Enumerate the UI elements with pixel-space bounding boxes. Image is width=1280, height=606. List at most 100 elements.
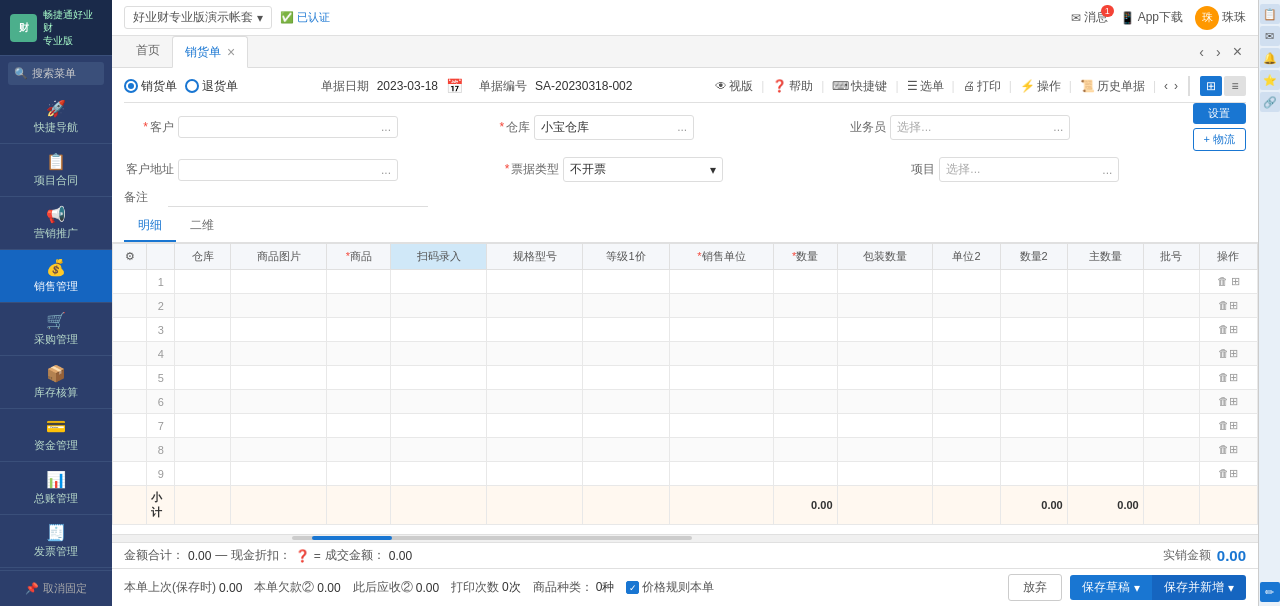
cell-3-spec[interactable] [487, 318, 583, 342]
cell-6-unit[interactable] [670, 390, 774, 414]
sidebar-item-marketing[interactable]: 📢 营销推广 [0, 197, 112, 250]
cell-6-image[interactable] [231, 390, 327, 414]
cell-2-product[interactable] [327, 294, 391, 318]
cell-5-image[interactable] [231, 366, 327, 390]
cell-2-unit2[interactable] [933, 294, 1000, 318]
cell-9-qty2[interactable] [1000, 462, 1067, 486]
cell-8-quick[interactable] [391, 438, 487, 462]
right-icon-4[interactable]: ⭐ [1260, 70, 1280, 90]
tab-detail[interactable]: 明细 [124, 211, 176, 242]
cell-2-warehouse[interactable] [175, 294, 231, 318]
tab-2d[interactable]: 二维 [176, 211, 228, 242]
cell-9-qty[interactable] [773, 462, 837, 486]
save-draft-button[interactable]: 保存草稿 ▾ [1070, 575, 1152, 600]
return-order-radio[interactable]: 退货单 [185, 78, 238, 95]
invoice-dropdown[interactable]: 不开票 ▾ [563, 157, 723, 182]
cell-2-price1[interactable] [582, 294, 669, 318]
cell-4-spec[interactable] [487, 342, 583, 366]
cell-1-quick-input[interactable] [391, 270, 487, 294]
cell-3-price1[interactable] [582, 318, 669, 342]
cell-4-image[interactable] [231, 342, 327, 366]
copy-icon-4[interactable]: ⊞ [1229, 347, 1238, 359]
cell-8-image[interactable] [231, 438, 327, 462]
cell-7-image[interactable] [231, 414, 327, 438]
copy-icon-2[interactable]: ⊞ [1229, 299, 1238, 311]
price-check-checkbox[interactable]: 价格规则本单 [626, 579, 714, 596]
th-unit2[interactable]: 单位2 [933, 244, 1000, 270]
cell-2-main[interactable] [1067, 294, 1143, 318]
select-order-button[interactable]: ☰ 选单 [907, 78, 944, 95]
calendar-icon[interactable]: 📅 [446, 78, 463, 94]
cell-8-unit2[interactable] [933, 438, 1000, 462]
cell-6-main[interactable] [1067, 390, 1143, 414]
cell-8-product[interactable] [327, 438, 391, 462]
copy-icon-1[interactable]: ⊞ [1231, 275, 1240, 287]
cell-1-main-qty[interactable] [1067, 270, 1143, 294]
cell-5-qty2[interactable] [1000, 366, 1067, 390]
tab-home[interactable]: 首页 [124, 36, 172, 68]
cell-4-unit2[interactable] [933, 342, 1000, 366]
cell-1-product[interactable] [327, 270, 391, 294]
cell-5-warehouse[interactable] [175, 366, 231, 390]
cell-6-product[interactable] [327, 390, 391, 414]
cell-7-quick[interactable] [391, 414, 487, 438]
cell-8-pack[interactable] [837, 438, 933, 462]
th-pack-qty[interactable]: 包装数量 [837, 244, 933, 270]
cell-8-main[interactable] [1067, 438, 1143, 462]
cell-9-main[interactable] [1067, 462, 1143, 486]
cell-5-product[interactable] [327, 366, 391, 390]
cell-7-batch[interactable] [1143, 414, 1199, 438]
cell-4-quick[interactable] [391, 342, 487, 366]
delete-icon-8[interactable]: 🗑 [1218, 443, 1229, 455]
search-menu-button[interactable]: 🔍 搜索菜单 [8, 62, 104, 85]
cell-6-warehouse[interactable] [175, 390, 231, 414]
th-gear[interactable]: ⚙ [113, 244, 147, 270]
cell-4-price1[interactable] [582, 342, 669, 366]
cell-9-unit[interactable] [670, 462, 774, 486]
cell-3-warehouse[interactable] [175, 318, 231, 342]
cell-8-spec[interactable] [487, 438, 583, 462]
cell-3-qty2[interactable] [1000, 318, 1067, 342]
cell-2-quick[interactable] [391, 294, 487, 318]
sidebar-item-ledger[interactable]: 📊 总账管理 [0, 462, 112, 515]
right-icon-3[interactable]: 🔔 [1260, 48, 1280, 68]
cell-6-batch[interactable] [1143, 390, 1199, 414]
app-download-button[interactable]: 📱 App下载 [1120, 9, 1183, 26]
cell-3-unit[interactable] [670, 318, 774, 342]
tab-next-button[interactable]: › [1212, 44, 1225, 60]
cell-8-price1[interactable] [582, 438, 669, 462]
cell-6-unit2[interactable] [933, 390, 1000, 414]
help-button[interactable]: ❓ 帮助 [772, 78, 813, 95]
delete-icon-4[interactable]: 🗑 [1218, 347, 1229, 359]
cell-5-pack[interactable] [837, 366, 933, 390]
cell-7-warehouse[interactable] [175, 414, 231, 438]
cell-1-image[interactable] [231, 270, 327, 294]
cell-4-batch[interactable] [1143, 342, 1199, 366]
cell-1-unit2[interactable] [933, 270, 1000, 294]
cell-2-qty[interactable] [773, 294, 837, 318]
customer-input[interactable]: ... [178, 116, 398, 138]
cell-1-warehouse[interactable] [175, 270, 231, 294]
cell-8-qty2[interactable] [1000, 438, 1067, 462]
sidebar-item-purchase[interactable]: 🛒 采购管理 [0, 303, 112, 356]
quick-key-button[interactable]: ⌨ 快捷键 [832, 78, 887, 95]
cell-2-pack[interactable] [837, 294, 933, 318]
delete-icon-2[interactable]: 🗑 [1218, 299, 1229, 311]
cell-6-spec[interactable] [487, 390, 583, 414]
sidebar-item-finance[interactable]: 💳 资金管理 [0, 409, 112, 462]
th-qty[interactable]: *数量 [773, 244, 837, 270]
setting-button[interactable]: 设置 [1193, 103, 1246, 124]
cell-9-price1[interactable] [582, 462, 669, 486]
cell-6-qty2[interactable] [1000, 390, 1067, 414]
address-input[interactable]: ... [178, 159, 398, 181]
cell-2-batch[interactable] [1143, 294, 1199, 318]
cell-6-pack[interactable] [837, 390, 933, 414]
abandon-button[interactable]: 放弃 [1008, 574, 1062, 601]
cell-6-price1[interactable] [582, 390, 669, 414]
cell-8-qty[interactable] [773, 438, 837, 462]
sidebar-item-nav[interactable]: 🚀 快捷导航 [0, 91, 112, 144]
save-new-button[interactable]: 保存并新增 ▾ [1152, 575, 1246, 600]
cell-5-unit2[interactable] [933, 366, 1000, 390]
cell-4-main[interactable] [1067, 342, 1143, 366]
cell-9-spec[interactable] [487, 462, 583, 486]
